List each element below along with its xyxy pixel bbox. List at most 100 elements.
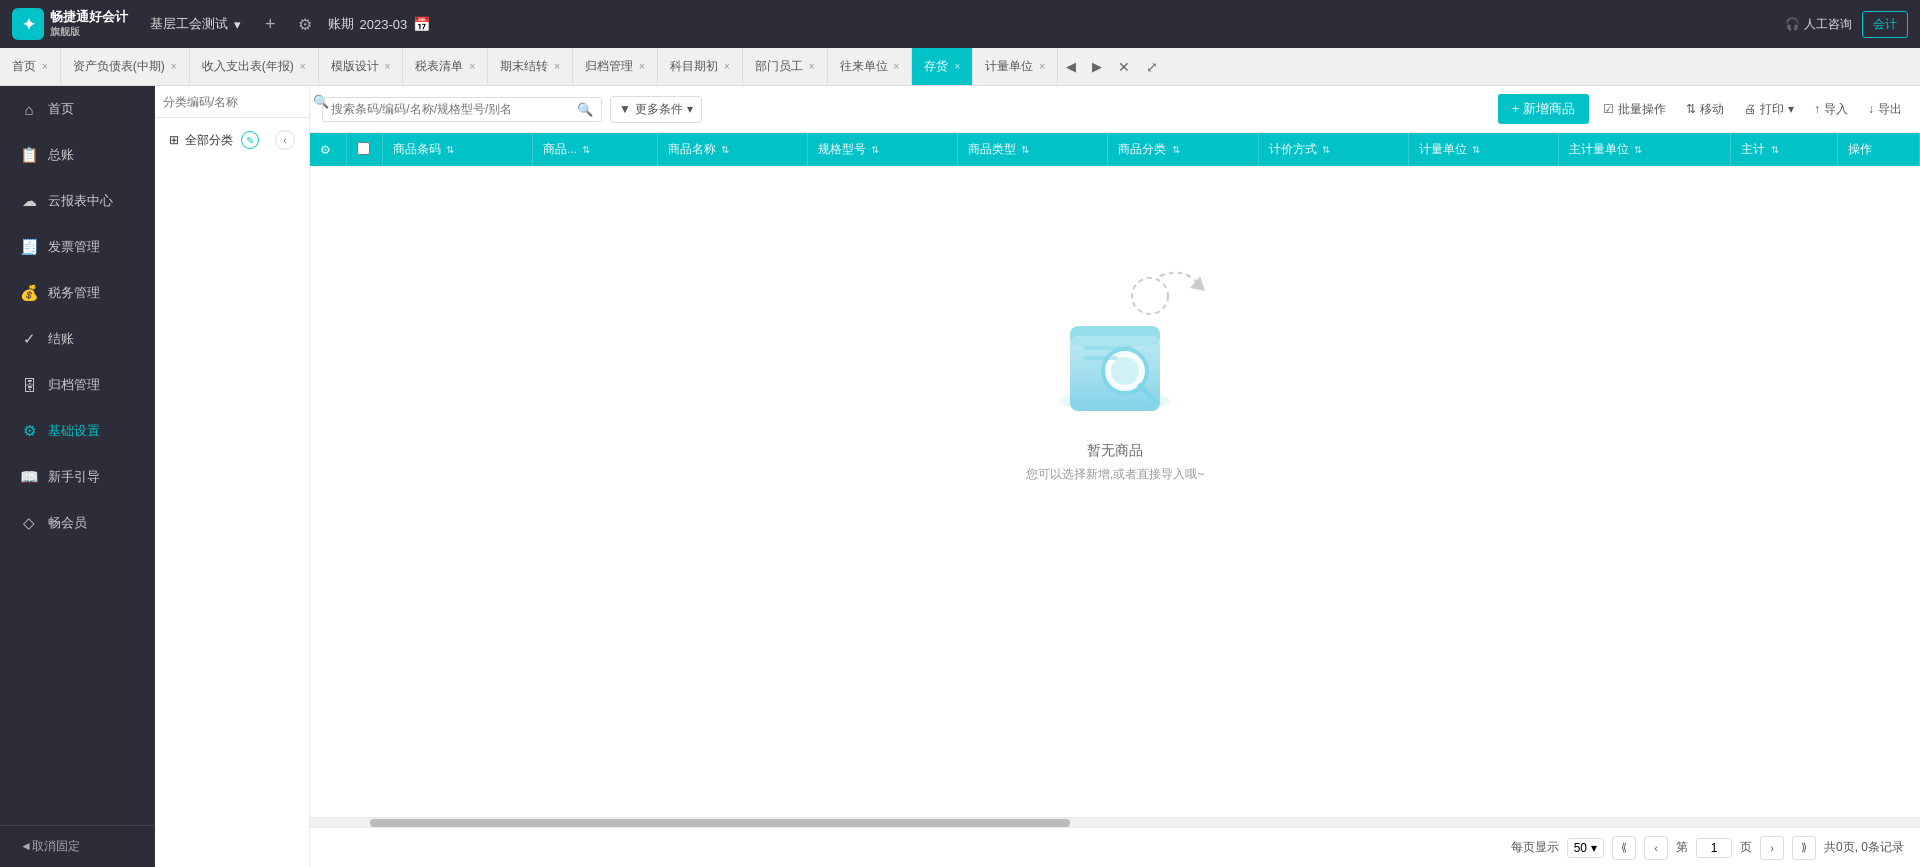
th-settings[interactable]: ⚙ — [310, 133, 346, 166]
empty-illustration — [1025, 246, 1205, 426]
print-button[interactable]: 🖨 打印 ▾ — [1738, 97, 1800, 122]
empty-svg — [1025, 246, 1205, 426]
th-category[interactable]: 商品分类 ⇅ — [1108, 133, 1258, 166]
sort-category-icon: ⇅ — [1172, 144, 1180, 155]
tab-tax-close[interactable]: × — [469, 62, 475, 72]
tab-income-close[interactable]: × — [300, 62, 306, 72]
sidebar-item-invoice[interactable]: 🧾 发票管理 — [0, 224, 155, 270]
sidebar-item-closing[interactable]: ✓ 结账 — [0, 316, 155, 362]
th-type[interactable]: 商品类型 ⇅ — [958, 133, 1108, 166]
tab-home-close[interactable]: × — [42, 62, 48, 72]
th-barcode[interactable]: 商品条码 ⇅ — [382, 133, 532, 166]
product-search-icon[interactable]: 🔍 — [577, 102, 593, 117]
th-product-name[interactable]: 商品名称 ⇅ — [657, 133, 807, 166]
tab-income-statement[interactable]: 收入支出表(年报) × — [190, 48, 319, 86]
sidebar-item-archive[interactable]: 🗄 归档管理 — [0, 362, 155, 408]
category-edit-button[interactable]: ✎ — [241, 131, 259, 149]
sidebar-item-home[interactable]: ⌂ 首页 — [0, 86, 155, 132]
page-number-input[interactable] — [1696, 838, 1732, 858]
tab-subject-init[interactable]: 科目期初 × — [658, 48, 743, 86]
th-product-code[interactable]: 商品... ⇅ — [532, 133, 657, 166]
tab-unit[interactable]: 计量单位 × — [973, 48, 1058, 86]
tab-tax-list[interactable]: 税表清单 × — [403, 48, 488, 86]
calendar-icon[interactable]: 📅 — [413, 16, 430, 32]
sidebar-item-cloud-reports[interactable]: ☁ 云报表中心 — [0, 178, 155, 224]
select-all-checkbox[interactable] — [357, 142, 370, 155]
main-layout: ⌂ 首页 📋 总账 ☁ 云报表中心 🧾 发票管理 💰 税务管理 ✓ 结账 🗄 归… — [0, 86, 1920, 867]
horizontal-scrollbar[interactable] — [310, 817, 1920, 827]
page-prev-button[interactable]: ‹ — [1644, 836, 1668, 860]
page-next-button[interactable]: › — [1760, 836, 1784, 860]
sort-spec-icon: ⇅ — [871, 144, 879, 155]
move-button[interactable]: ⇅ 移动 — [1680, 97, 1730, 122]
cloud-icon: ☁ — [20, 192, 38, 210]
sort-unit-icon: ⇅ — [1472, 144, 1480, 155]
tab-archive[interactable]: 归档管理 × — [573, 48, 658, 86]
tab-template-design[interactable]: 模版设计 × — [319, 48, 404, 86]
more-filters-button[interactable]: ▼ 更多条件 ▾ — [610, 96, 702, 123]
tab-archive-close[interactable]: × — [639, 62, 645, 72]
panel-collapse-button[interactable]: ‹ — [275, 130, 295, 150]
add-tab-button[interactable]: + — [259, 14, 282, 35]
unpin-button[interactable]: ◄取消固定 — [0, 826, 155, 867]
tab-expand-button[interactable]: ⤢ — [1138, 48, 1166, 86]
page-total-text: 共0页, 0条记录 — [1824, 839, 1904, 856]
tab-contacts[interactable]: 往来单位 × — [828, 48, 913, 86]
page-last-button[interactable]: ⟫ — [1792, 836, 1816, 860]
th-checkbox[interactable] — [346, 133, 382, 166]
th-main-unit[interactable]: 主计量单位 ⇅ — [1559, 133, 1731, 166]
th-spec[interactable]: 规格型号 ⇅ — [807, 133, 957, 166]
export-button[interactable]: ↓ 导出 — [1862, 97, 1908, 122]
tab-prev-button[interactable]: ◀ — [1058, 48, 1084, 86]
batch-operations-button[interactable]: ☑ 批量操作 — [1597, 97, 1672, 122]
per-page-select[interactable]: 50 ▾ — [1567, 838, 1604, 858]
th-unit[interactable]: 计量单位 ⇅ — [1408, 133, 1558, 166]
sidebar-item-ledger[interactable]: 📋 总账 — [0, 132, 155, 178]
company-selector[interactable]: 基层工会测试 ▾ — [142, 11, 249, 37]
account-button[interactable]: 会计 — [1862, 11, 1908, 38]
tab-close-all-button[interactable]: ✕ — [1110, 48, 1138, 86]
import-icon: ↑ — [1814, 102, 1820, 116]
tab-template-close[interactable]: × — [385, 62, 391, 72]
sidebar-item-home-label: 首页 — [48, 100, 74, 118]
print-icon: 🖨 — [1744, 102, 1756, 116]
add-product-button[interactable]: + 新增商品 — [1498, 94, 1589, 124]
scroll-thumb[interactable] — [370, 819, 1070, 827]
tab-balance-close[interactable]: × — [171, 62, 177, 72]
tab-subject-close[interactable]: × — [724, 62, 730, 72]
product-search-input[interactable] — [331, 102, 571, 116]
category-search-input[interactable] — [163, 95, 313, 109]
all-categories-item[interactable]: ⊞ 全部分类 ✎ ‹ — [161, 124, 303, 156]
tab-period-label: 期末结转 — [500, 58, 548, 75]
th-pricing[interactable]: 计价方式 ⇅ — [1258, 133, 1408, 166]
settings-gear-icon[interactable]: ⚙ — [292, 15, 318, 34]
headset-icon: 🎧 — [1785, 17, 1800, 31]
tab-unit-close[interactable]: × — [1039, 62, 1045, 72]
tab-inventory-close[interactable]: × — [954, 62, 960, 72]
page-suffix: 页 — [1740, 839, 1752, 856]
page-first-button[interactable]: ⟪ — [1612, 836, 1636, 860]
sort-type-icon: ⇅ — [1021, 144, 1029, 155]
tab-contacts-close[interactable]: × — [894, 62, 900, 72]
tab-home[interactable]: 首页 × — [0, 48, 61, 86]
tab-dept-close[interactable]: × — [809, 62, 815, 72]
tab-dept-employee[interactable]: 部门员工 × — [743, 48, 828, 86]
tab-next-button[interactable]: ▶ — [1084, 48, 1110, 86]
print-dropdown-icon: ▾ — [1788, 102, 1794, 116]
app-sub: 旗舰版 — [50, 25, 128, 39]
th-main-measure[interactable]: 主计 ⇅ — [1731, 133, 1837, 166]
tab-period-transfer[interactable]: 期末结转 × — [488, 48, 573, 86]
tab-balance-sheet[interactable]: 资产负债表(中期) × — [61, 48, 190, 86]
tab-period-close[interactable]: × — [554, 62, 560, 72]
content-wrapper: 🔍 ⊞ 全部分类 ✎ ‹ 🔍 — [155, 86, 1920, 867]
sidebar-item-member[interactable]: ◇ 畅会员 — [0, 500, 155, 546]
tab-inventory[interactable]: 存货 × — [912, 48, 973, 86]
sidebar-item-settings[interactable]: ⚙ 基础设置 — [0, 408, 155, 454]
sidebar-item-tax-label: 税务管理 — [48, 284, 100, 302]
import-button[interactable]: ↑ 导入 — [1808, 97, 1854, 122]
category-list: ⊞ 全部分类 ✎ ‹ — [155, 118, 309, 867]
filter-icon: ▼ — [619, 102, 631, 116]
customer-service-btn[interactable]: 🎧 人工咨询 — [1785, 16, 1852, 33]
sidebar-item-guide[interactable]: 📖 新手引导 — [0, 454, 155, 500]
sidebar-item-tax[interactable]: 💰 税务管理 — [0, 270, 155, 316]
